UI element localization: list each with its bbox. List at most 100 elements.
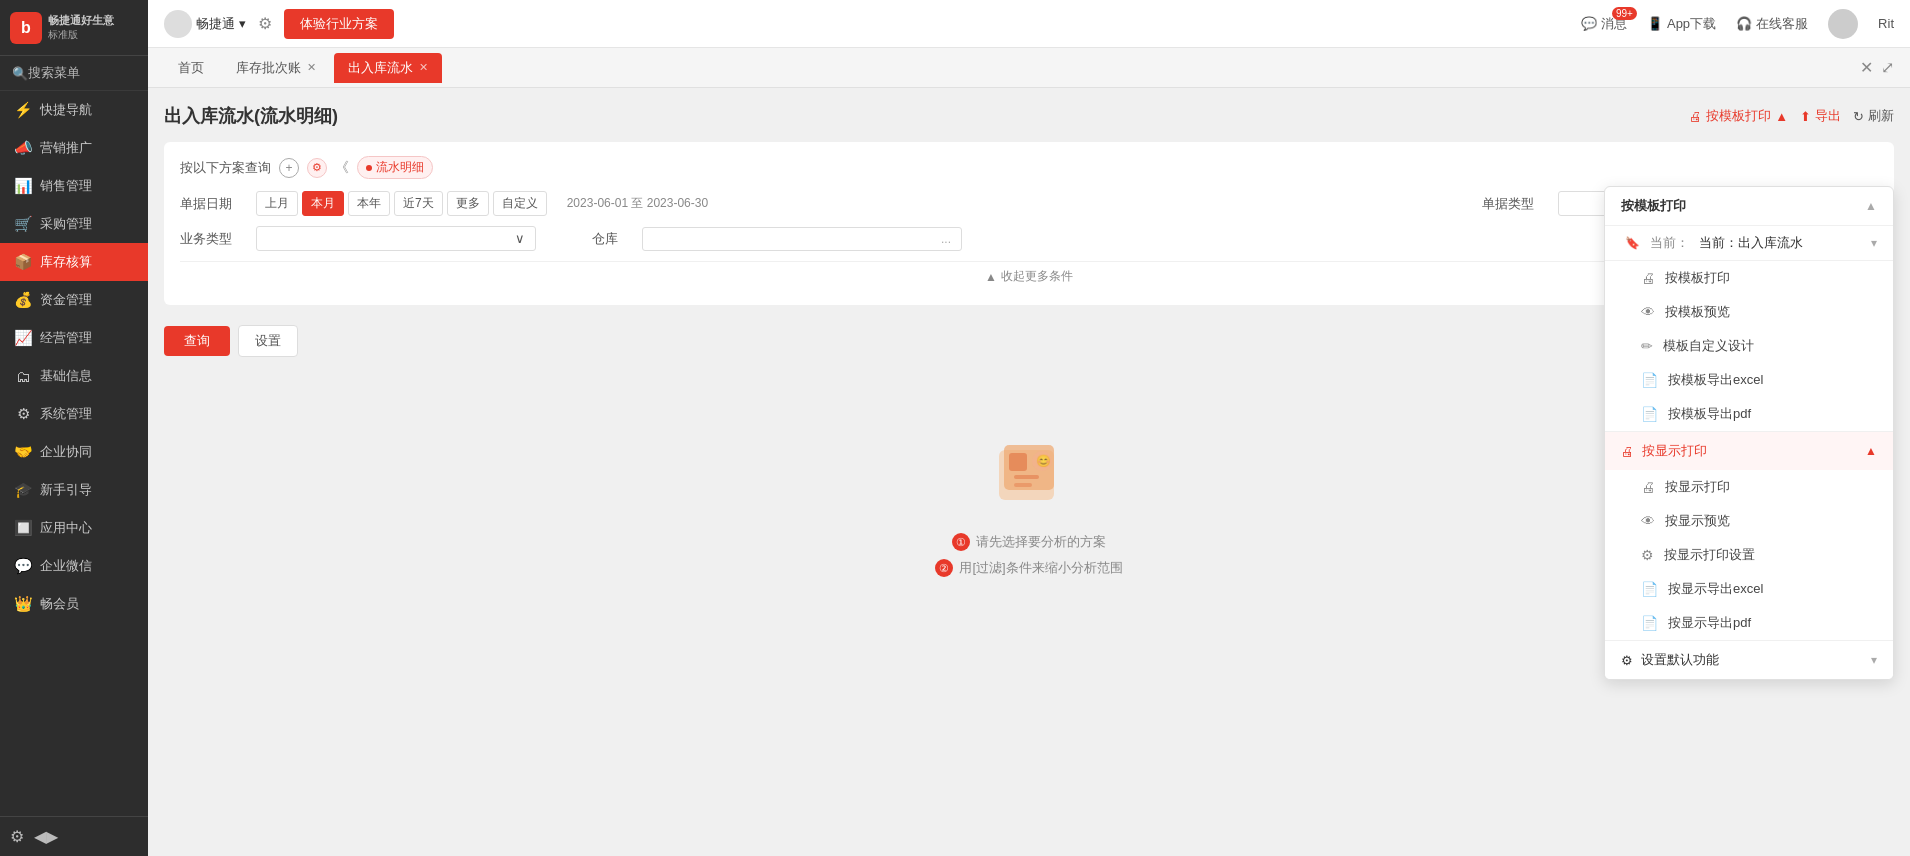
logo-icon: b [10, 12, 42, 44]
sidebar-item-purchase[interactable]: 🛒 采购管理 [0, 205, 148, 243]
sales-icon: 📊 [14, 177, 32, 195]
marketing-icon: 📣 [14, 139, 32, 157]
template-pdf-icon: 📄 [1641, 406, 1658, 422]
tab-batch-close-icon[interactable]: ✕ [307, 61, 316, 74]
default-settings-icon: ⚙ [1621, 653, 1633, 668]
dropdown-template-preview[interactable]: 👁 按模板预览 [1605, 295, 1893, 329]
filter-sub-tag-flow[interactable]: 流水明细 [357, 156, 433, 179]
warehouse-more-btn[interactable]: ... [941, 232, 951, 246]
sidebar-item-vip[interactable]: 👑 畅会员 [0, 585, 148, 623]
dropdown-template-export-excel[interactable]: 📄 按模板导出excel [1605, 363, 1893, 397]
template-print-icon: 🖨 [1641, 270, 1655, 286]
warehouse-label: 仓库 [592, 230, 618, 248]
sidebar-item-system[interactable]: ⚙ 系统管理 [0, 395, 148, 433]
tab-expand-btn[interactable]: ⤢ [1881, 58, 1894, 77]
user-avatar[interactable] [1828, 9, 1858, 39]
date-btn-7days[interactable]: 近7天 [394, 191, 443, 216]
account-avatar [164, 10, 192, 38]
display-preview-icon: 👁 [1641, 513, 1655, 529]
svg-rect-3 [1014, 475, 1039, 479]
print-chevron-up-icon: ▲ [1775, 109, 1788, 124]
sidebar-item-sales[interactable]: 📊 销售管理 [0, 167, 148, 205]
date-btn-this-year[interactable]: 本年 [348, 191, 390, 216]
export-icon: ⬆ [1800, 109, 1811, 124]
template-print-btn[interactable]: 🖨 按模板打印 ▲ [1689, 107, 1788, 125]
content-area: 出入库流水(流水明细) 🖨 按模板打印 ▲ ⬆ 导出 ↻ 刷新 [148, 88, 1910, 856]
empty-tip-1: ① 请先选择要分析的方案 [952, 533, 1106, 551]
display-settings-icon: ⚙ [1641, 547, 1654, 563]
quick-nav-icon: ⚡ [14, 101, 32, 119]
collapse-sidebar-icon[interactable]: ◀▶ [34, 827, 58, 846]
sidebar-item-operations[interactable]: 📈 经营管理 [0, 319, 148, 357]
app-center-icon: 🔲 [14, 519, 32, 537]
date-btn-this-month[interactable]: 本月 [302, 191, 344, 216]
display-print-section-icon: 🖨 [1621, 444, 1634, 459]
industry-btn[interactable]: 体验行业方案 [284, 9, 394, 39]
settings-bottom-icon[interactable]: ⚙ [10, 827, 24, 846]
sidebar-item-app-center[interactable]: 🔲 应用中心 [0, 509, 148, 547]
topbar: 畅捷通 ▾ ⚙ 体验行业方案 💬 消息 99+ 📱 App下载 🎧 在线客服 R… [148, 0, 1910, 48]
refresh-icon: ↻ [1853, 109, 1864, 124]
sidebar-item-guide[interactable]: 🎓 新手引导 [0, 471, 148, 509]
dropdown-section1-header[interactable]: 按模板打印 ▲ [1605, 187, 1893, 226]
sidebar-item-inventory[interactable]: 📦 库存核算 [0, 243, 148, 281]
guide-icon: 🎓 [14, 481, 32, 499]
sidebar-item-finance[interactable]: 💰 资金管理 [0, 281, 148, 319]
display-pdf-icon: 📄 [1641, 615, 1658, 631]
search-menu[interactable]: 🔍 搜索菜单 [0, 56, 148, 91]
dropdown-template-custom-design[interactable]: ✏ 模板自定义设计 [1605, 329, 1893, 363]
dropdown-display-preview[interactable]: 👁 按显示预览 [1605, 504, 1893, 538]
page-title: 出入库流水(流水明细) [164, 104, 338, 128]
tab-home[interactable]: 首页 [164, 53, 218, 83]
empty-tip-2: ② 用[过滤]条件来缩小分析范围 [935, 559, 1122, 577]
app-download-icon: 📱 [1647, 16, 1663, 31]
dropdown-display-export-pdf[interactable]: 📄 按显示导出pdf [1605, 606, 1893, 640]
dropdown-section2-header[interactable]: 🖨 按显示打印 ▲ [1605, 432, 1893, 470]
date-btn-more[interactable]: 更多 [447, 191, 489, 216]
filter-add-btn[interactable]: + [279, 158, 299, 178]
tab-flow-close-icon[interactable]: ✕ [419, 61, 428, 74]
account-selector[interactable]: 畅捷通 ▾ [164, 10, 246, 38]
topbar-gear-icon[interactable]: ⚙ [258, 14, 272, 33]
refresh-btn[interactable]: ↻ 刷新 [1853, 107, 1894, 125]
sidebar-bottom: ⚙ ◀▶ [0, 816, 148, 856]
logo-text: 畅捷通好生意 标准版 [48, 13, 114, 42]
search-icon: 🔍 [12, 66, 28, 81]
page-header: 出入库流水(流水明细) 🖨 按模板打印 ▲ ⬆ 导出 ↻ 刷新 [164, 104, 1894, 128]
date-btn-custom[interactable]: 自定义 [493, 191, 547, 216]
sidebar-item-marketing[interactable]: 📣 营销推广 [0, 129, 148, 167]
business-type-chevron-icon: ∨ [515, 231, 525, 246]
business-type-select[interactable]: ∨ [256, 226, 536, 251]
dropdown-template-export-pdf[interactable]: 📄 按模板导出pdf [1605, 397, 1893, 431]
export-btn[interactable]: ⬆ 导出 [1800, 107, 1841, 125]
customer-service-btn[interactable]: 🎧 在线客服 [1736, 15, 1808, 33]
dropdown-display-print-settings[interactable]: ⚙ 按显示打印设置 [1605, 538, 1893, 572]
setting-btn[interactable]: 设置 [238, 325, 298, 357]
empty-illustration: 😊 [984, 425, 1074, 515]
voucher-type-label: 单据类型 [1482, 195, 1534, 213]
app-download-btn[interactable]: 📱 App下载 [1647, 15, 1716, 33]
message-btn[interactable]: 💬 消息 99+ [1581, 15, 1627, 33]
system-icon: ⚙ [14, 405, 32, 423]
vip-icon: 👑 [14, 595, 32, 613]
dropdown-display-export-excel[interactable]: 📄 按显示导出excel [1605, 572, 1893, 606]
sidebar-item-collab[interactable]: 🤝 企业协同 [0, 433, 148, 471]
query-btn[interactable]: 查询 [164, 326, 230, 356]
tab-close-all-btn[interactable]: ✕ [1860, 58, 1873, 77]
tab-flow[interactable]: 出入库流水 ✕ [334, 53, 442, 83]
sidebar-item-wechat[interactable]: 💬 企业微信 [0, 547, 148, 585]
dropdown-section3-header[interactable]: ⚙ 设置默认功能 ▾ [1605, 641, 1893, 679]
dropdown-current-template[interactable]: 🔖 当前： 当前：出入库流水 ▾ [1605, 226, 1893, 260]
date-btn-last-month[interactable]: 上月 [256, 191, 298, 216]
dropdown-display-print[interactable]: 🖨 按显示打印 [1605, 470, 1893, 504]
sidebar-item-quick-nav[interactable]: ⚡ 快捷导航 [0, 91, 148, 129]
app-logo: b 畅捷通好生意 标准版 [0, 0, 148, 56]
filter-title-text: 按以下方案查询 [180, 159, 271, 177]
template-detail-chevron-icon: ▾ [1871, 236, 1877, 250]
tab-batch-account[interactable]: 库存批次账 ✕ [222, 53, 330, 83]
filter-collapse-icon[interactable]: 《 [335, 159, 349, 177]
filter-gear-btn[interactable]: ⚙ [307, 158, 327, 178]
sidebar-item-basic-info[interactable]: 🗂 基础信息 [0, 357, 148, 395]
dropdown-template-print[interactable]: 🖨 按模板打印 [1605, 261, 1893, 295]
warehouse-select[interactable]: ... [642, 227, 962, 251]
